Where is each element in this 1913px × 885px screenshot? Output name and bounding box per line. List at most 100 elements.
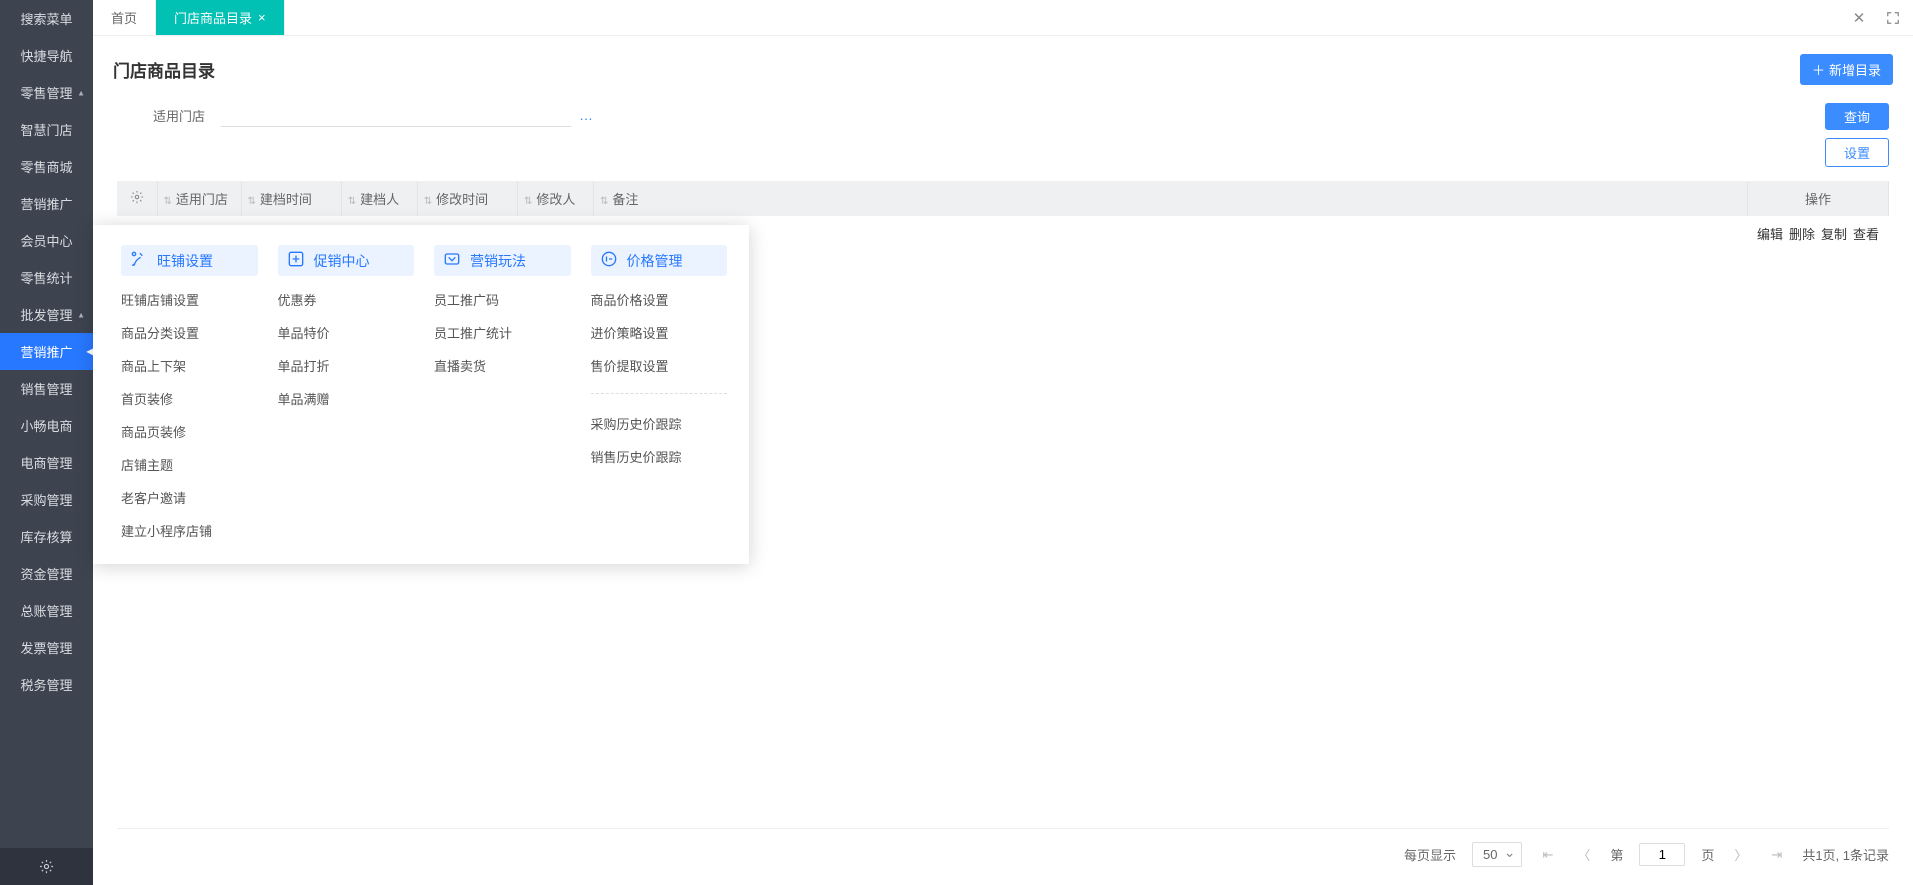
flyout-item[interactable]: 商品页装修 <box>121 422 258 441</box>
close-icon[interactable]: × <box>258 10 266 25</box>
copy-link[interactable]: 复制 <box>1821 227 1847 242</box>
flyout-item[interactable]: 商品分类设置 <box>121 323 258 342</box>
col-store[interactable]: ⇅适用门店 <box>157 181 241 216</box>
flyout-item[interactable]: 销售历史价跟踪 <box>591 447 728 466</box>
edit-link[interactable]: 编辑 <box>1757 227 1783 242</box>
cell-actions: 编辑删除复制查看 <box>1747 216 1888 251</box>
settings-button[interactable]: 设置 <box>1825 138 1889 167</box>
col-action: 操作 <box>1747 181 1888 216</box>
sidebar-item[interactable]: 营销推广 <box>0 185 93 222</box>
flyout-title-icon <box>442 249 462 272</box>
flyout-item[interactable]: 员工推广码 <box>434 290 571 309</box>
sidebar-item[interactable]: 零售管理 <box>0 74 93 111</box>
flyout-item[interactable]: 采购历史价跟踪 <box>591 414 728 433</box>
table-header-row: ⇅适用门店 ⇅建档时间 ⇅建档人 ⇅修改时间 ⇅修改人 ⇅备注 操作 <box>117 181 1889 216</box>
sidebar-item[interactable]: 批发管理 <box>0 296 93 333</box>
flyout-items: 商品价格设置进价策略设置售价提取设置采购历史价跟踪销售历史价跟踪 <box>591 290 728 466</box>
tab-label: 门店商品目录 <box>174 8 252 27</box>
paginator: 每页显示 50 ⇤ 〈 第 页 〉 ⇥ 共1页, 1条记录 <box>117 842 1889 867</box>
flyout-title-icon <box>286 249 306 272</box>
sidebar-settings[interactable] <box>0 848 93 885</box>
page-number-input[interactable] <box>1639 843 1685 866</box>
sort-icon: ⇅ <box>164 196 172 207</box>
flyout-items: 旺铺店铺设置商品分类设置商品上下架首页装修商品页装修店铺主题老客户邀请建立小程序… <box>121 290 258 540</box>
sidebar-item[interactable]: 零售统计 <box>0 259 93 296</box>
divider <box>117 828 1889 829</box>
sort-icon: ⇅ <box>424 196 432 207</box>
store-filter-input[interactable] <box>221 103 571 127</box>
flyout-column: 价格管理商品价格设置进价策略设置售价提取设置采购历史价跟踪销售历史价跟踪 <box>581 245 738 540</box>
flyout-item[interactable]: 旺铺店铺设置 <box>121 290 258 309</box>
search-button[interactable]: 查询 <box>1825 103 1889 130</box>
sidebar-item[interactable]: 总账管理 <box>0 592 93 629</box>
flyout-item[interactable]: 优惠券 <box>278 290 415 309</box>
pager-summary: 共1页, 1条记录 <box>1802 845 1889 864</box>
sidebar-item[interactable]: 电商管理 <box>0 444 93 481</box>
fullscreen-icon[interactable] <box>1881 6 1905 30</box>
flyout-title-icon <box>129 249 149 272</box>
sidebar-item[interactable]: 税务管理 <box>0 666 93 703</box>
flyout-items: 员工推广码员工推广统计直播卖货 <box>434 290 571 375</box>
tab-catalog[interactable]: 门店商品目录 × <box>156 0 285 35</box>
sidebar-item[interactable]: 销售管理 <box>0 370 93 407</box>
divider <box>591 393 728 394</box>
flyout-item[interactable]: 单品打折 <box>278 356 415 375</box>
flyout-title: 旺铺设置 <box>121 245 258 276</box>
sidebar-item[interactable]: 营销推广 <box>0 333 93 370</box>
col-modify-time[interactable]: ⇅修改时间 <box>417 181 517 216</box>
page-suffix: 页 <box>1701 845 1714 864</box>
more-filters-icon[interactable]: … <box>579 107 595 123</box>
gear-column[interactable] <box>117 181 157 216</box>
flyout-item[interactable]: 员工推广统计 <box>434 323 571 342</box>
col-create-time[interactable]: ⇅建档时间 <box>241 181 341 216</box>
flyout-item[interactable]: 商品价格设置 <box>591 290 728 309</box>
flyout-items: 优惠券单品特价单品打折单品满赠 <box>278 290 415 408</box>
sidebar-item[interactable]: 搜索菜单 <box>0 0 93 37</box>
flyout-item[interactable]: 进价策略设置 <box>591 323 728 342</box>
delete-link[interactable]: 删除 <box>1789 227 1815 242</box>
sidebar-item[interactable]: 库存核算 <box>0 518 93 555</box>
tab-home[interactable]: 首页 <box>93 0 156 35</box>
flyout-item[interactable]: 单品满赠 <box>278 389 415 408</box>
per-page-select[interactable]: 50 <box>1472 842 1522 867</box>
col-modifier[interactable]: ⇅修改人 <box>517 181 593 216</box>
flyout-column: 营销玩法员工推广码员工推广统计直播卖货 <box>424 245 581 540</box>
col-remark[interactable]: ⇅备注 <box>593 181 1747 216</box>
sidebar: 搜索菜单快捷导航零售管理智慧门店零售商城营销推广会员中心零售统计批发管理营销推广… <box>0 0 93 885</box>
flyout-item[interactable]: 单品特价 <box>278 323 415 342</box>
flyout-title-icon <box>599 249 619 272</box>
flyout-title: 营销玩法 <box>434 245 571 276</box>
prev-page-icon[interactable]: 〈 <box>1573 845 1594 864</box>
cell-remark <box>593 216 1747 251</box>
sidebar-item[interactable]: 快捷导航 <box>0 37 93 74</box>
sidebar-item[interactable]: 智慧门店 <box>0 111 93 148</box>
flyout-item[interactable]: 商品上下架 <box>121 356 258 375</box>
sidebar-item[interactable]: 发票管理 <box>0 629 93 666</box>
sidebar-item[interactable]: 小畅电商 <box>0 407 93 444</box>
sidebar-item[interactable]: 采购管理 <box>0 481 93 518</box>
new-catalog-button[interactable]: ＋ 新增目录 <box>1800 54 1893 85</box>
sidebar-item[interactable]: 资金管理 <box>0 555 93 592</box>
close-all-icon[interactable]: ✕ <box>1847 6 1871 30</box>
plus-icon: ＋ <box>1812 60 1825 79</box>
sidebar-item[interactable]: 会员中心 <box>0 222 93 259</box>
last-page-icon[interactable]: ⇥ <box>1767 847 1786 863</box>
next-page-icon[interactable]: 〉 <box>1730 845 1751 864</box>
flyout-item[interactable]: 建立小程序店铺 <box>121 521 258 540</box>
sort-icon: ⇅ <box>348 196 356 207</box>
flyout-title: 促销中心 <box>278 245 415 276</box>
flyout-item[interactable]: 老客户邀请 <box>121 488 258 507</box>
first-page-icon[interactable]: ⇤ <box>1538 847 1557 863</box>
tab-bar: 首页 门店商品目录 × ✕ <box>93 0 1913 36</box>
flyout-item[interactable]: 店铺主题 <box>121 455 258 474</box>
sort-icon: ⇅ <box>524 196 532 207</box>
sidebar-item[interactable]: 零售商城 <box>0 148 93 185</box>
flyout-item[interactable]: 售价提取设置 <box>591 356 728 375</box>
flyout-item[interactable]: 首页装修 <box>121 389 258 408</box>
submenu-flyout: 旺铺设置旺铺店铺设置商品分类设置商品上下架首页装修商品页装修店铺主题老客户邀请建… <box>93 225 749 564</box>
col-creator[interactable]: ⇅建档人 <box>341 181 417 216</box>
sort-icon: ⇅ <box>600 196 608 207</box>
flyout-item[interactable]: 直播卖货 <box>434 356 571 375</box>
view-link[interactable]: 查看 <box>1853 227 1879 242</box>
store-filter-label: 适用门店 <box>153 106 205 125</box>
